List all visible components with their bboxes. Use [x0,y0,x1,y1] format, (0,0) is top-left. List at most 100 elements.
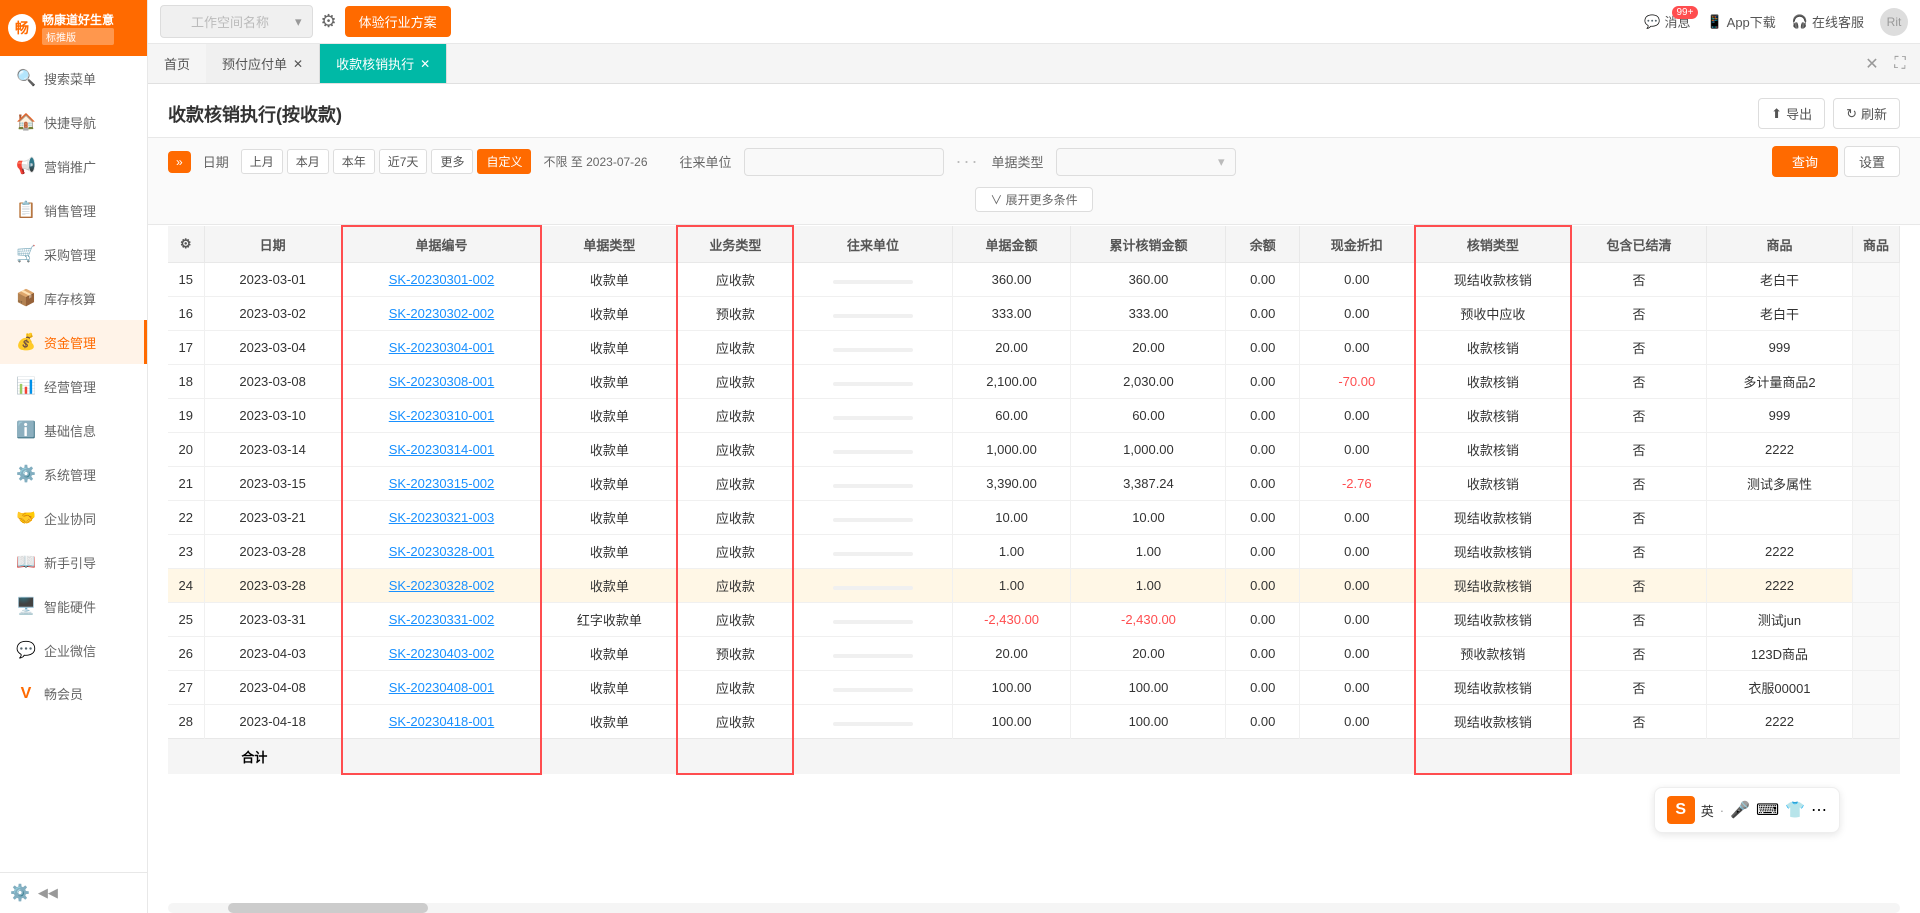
sidebar-item-search[interactable]: 🔍 搜索菜单 [0,56,147,100]
date-this-month-button[interactable]: 本月 [287,149,329,174]
headset-icon: 🎧 [1792,14,1808,30]
sidebar-item-member[interactable]: V 畅会员 [0,672,147,715]
cell-product1: 999 [1706,399,1852,433]
user-avatar[interactable]: Rit [1880,8,1908,36]
date-last-7days-button[interactable]: 近7天 [379,149,428,174]
tab-home[interactable]: 首页 [148,44,206,83]
cell-doc-no[interactable]: SK-20230314-001 [342,433,542,467]
sidebar-item-guide[interactable]: 📖 新手引导 [0,540,147,584]
marketing-icon: 📢 [16,156,36,176]
sidebar-item-marketing[interactable]: 📢 营销推广 [0,144,147,188]
settings-filter-button[interactable]: 设置 [1844,146,1900,177]
cell-included: 否 [1571,671,1706,705]
col-doc-type: 单据类型 [541,226,677,263]
partner-input[interactable] [744,148,944,176]
tab-collection[interactable]: 收款核销执行 ✕ [320,44,447,83]
cell-doc-no[interactable]: SK-20230331-002 [342,603,542,637]
query-button[interactable]: 查询 [1772,146,1838,177]
cell-doc-no[interactable]: SK-20230321-003 [342,501,542,535]
sidebar-item-management[interactable]: 📊 经营管理 [0,364,147,408]
tab-prepay[interactable]: 预付应付单 ✕ [206,44,320,83]
cell-amount: 60.00 [952,399,1071,433]
sidebar-item-collab[interactable]: 🤝 企业协同 [0,496,147,540]
collapse-icon[interactable]: ◀◀ [38,885,58,901]
cell-included: 否 [1571,603,1706,637]
cell-doc-no[interactable]: SK-20230304-001 [342,331,542,365]
online-service-button[interactable]: 🎧 在线客服 [1792,12,1864,31]
cell-no: 27 [168,671,204,705]
cell-doc-type: 收款单 [541,535,677,569]
refresh-button[interactable]: ↻ 刷新 [1833,98,1900,129]
date-last-month-button[interactable]: 上月 [241,149,283,174]
shirt-icon[interactable]: 👕 [1785,800,1805,820]
filter-toggle-button[interactable]: » [168,151,191,173]
more-icon[interactable]: ⋯ [1811,800,1827,820]
message-button[interactable]: 💬 消息 99+ [1644,12,1690,31]
sidebar-item-purchase[interactable]: 🛒 采购管理 [0,232,147,276]
cell-doc-no[interactable]: SK-20230315-002 [342,467,542,501]
cell-doc-no[interactable]: SK-20230310-001 [342,399,542,433]
cell-doc-no[interactable]: SK-20230301-002 [342,263,542,297]
workspace-selector[interactable]: 工作空间名称 ▾ [160,5,313,38]
cell-doc-no[interactable]: SK-20230328-002 [342,569,542,603]
close-tab-icon[interactable]: ✕ [1860,52,1884,76]
cell-partner [793,671,952,705]
cell-doc-no[interactable]: SK-20230308-001 [342,365,542,399]
cell-biz-type: 应收款 [677,467,793,501]
sidebar-item-wechat[interactable]: 💬 企业微信 [0,628,147,672]
cell-doc-no[interactable]: SK-20230408-001 [342,671,542,705]
cell-product2 [1852,297,1899,331]
app-download-button[interactable]: 📱 App下载 [1706,12,1775,31]
settings-icon[interactable]: ⚙ [321,11,337,32]
horizontal-scrollbar[interactable] [168,903,1900,913]
cell-product1: 多计量商品2 [1706,365,1852,399]
date-more-button[interactable]: 更多 [431,149,473,174]
cell-product2 [1852,705,1899,739]
solution-button[interactable]: 体验行业方案 [345,6,451,37]
cell-doc-no[interactable]: SK-20230403-002 [342,637,542,671]
cell-cancel-type: 预收中应收 [1415,297,1572,331]
cell-doc-no[interactable]: SK-20230328-001 [342,535,542,569]
sidebar-item-sales[interactable]: 📋 销售管理 [0,188,147,232]
date-custom-button[interactable]: 自定义 [477,149,531,174]
sidebar-item-inventory[interactable]: 📦 库存核算 [0,276,147,320]
export-button[interactable]: ⬆ 导出 [1758,98,1825,129]
sidebar-item-hardware[interactable]: 🖥️ 智能硬件 [0,584,147,628]
settings-bottom-icon[interactable]: ⚙️ [10,883,30,903]
tab-prepay-close-icon[interactable]: ✕ [293,57,303,71]
system-icon: ⚙️ [16,464,36,484]
cell-accum: 1.00 [1071,569,1226,603]
voucher-type-select[interactable]: ▾ [1056,148,1236,176]
scrollbar-thumb[interactable] [228,903,428,913]
sidebar-item-system[interactable]: ⚙️ 系统管理 [0,452,147,496]
cell-no: 21 [168,467,204,501]
cell-doc-no[interactable]: SK-20230418-001 [342,705,542,739]
cell-included: 否 [1571,297,1706,331]
cell-doc-type: 收款单 [541,671,677,705]
col-partner: 往来单位 [793,226,952,263]
keyboard-icon[interactable]: ⌨ [1756,800,1779,820]
wechat-icon: 💬 [16,640,36,660]
cell-partner [793,705,952,739]
sidebar-item-finance[interactable]: 💰 资金管理 [0,320,147,364]
cell-doc-no[interactable]: SK-20230302-002 [342,297,542,331]
cell-included: 否 [1571,535,1706,569]
expand-tab-icon[interactable]: ⛶ [1888,52,1912,76]
cell-balance: 0.00 [1226,365,1300,399]
date-this-year-button[interactable]: 本年 [333,149,375,174]
sidebar-bottom: ⚙️ ◀◀ [0,872,147,913]
expand-conditions-button[interactable]: ∨ 展开更多条件 [975,187,1092,212]
sidebar-item-label: 资金管理 [44,333,96,352]
mic-icon[interactable]: 🎤 [1730,800,1750,820]
col-settings[interactable]: ⚙ [168,226,204,263]
cell-date: 2023-03-15 [204,467,342,501]
expand-row: ∨ 展开更多条件 [168,183,1900,216]
sidebar-item-quicknav[interactable]: 🏠 快捷导航 [0,100,147,144]
tab-collection-close-icon[interactable]: ✕ [420,57,430,71]
sidebar-item-basic[interactable]: ℹ️ 基础信息 [0,408,147,452]
cell-date: 2023-03-31 [204,603,342,637]
cell-biz-type: 应收款 [677,501,793,535]
cell-product1 [1706,501,1852,535]
cell-partner [793,467,952,501]
cell-biz-type: 应收款 [677,535,793,569]
